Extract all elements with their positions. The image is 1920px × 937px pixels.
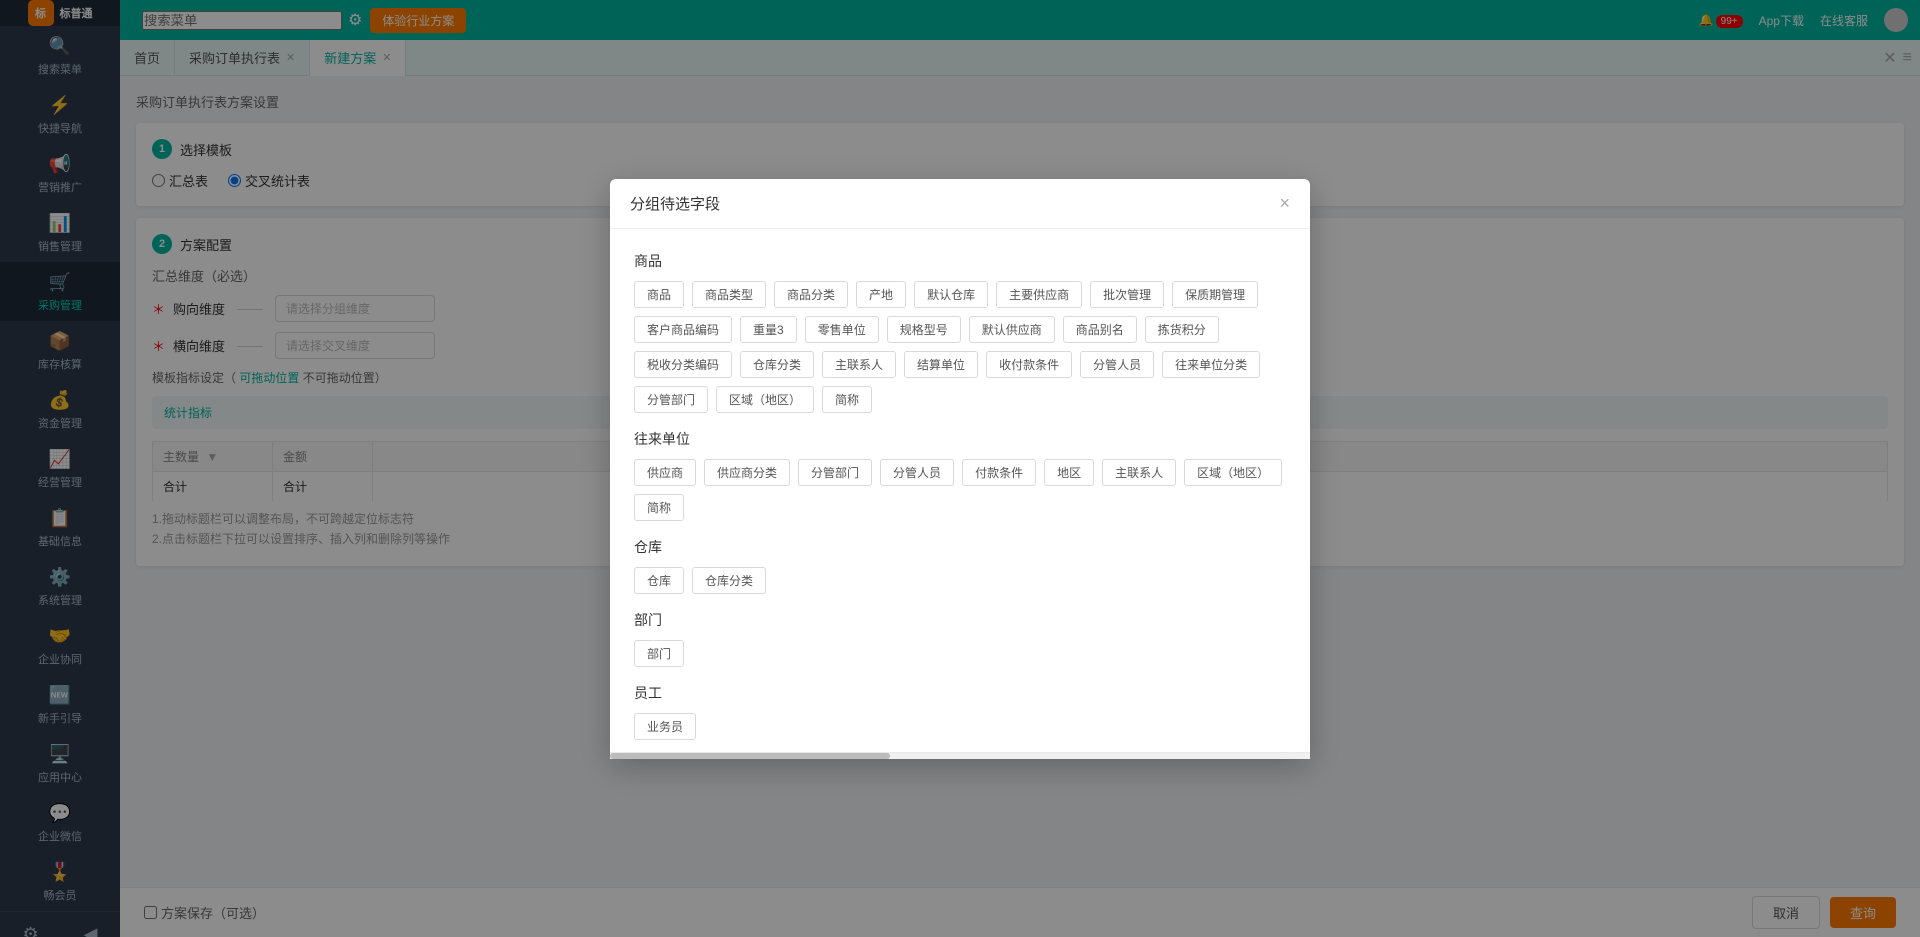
field-tag-0-21[interactable]: 往来单位分类 bbox=[1162, 351, 1260, 378]
modal-overlay[interactable]: 分组待选字段 × 商品商品商品类型商品分类产地默认仓库主要供应商批次管理保质期管… bbox=[0, 0, 1920, 937]
field-tag-0-23[interactable]: 区域（地区） bbox=[716, 386, 814, 413]
field-tag-0-17[interactable]: 主联系人 bbox=[822, 351, 896, 378]
modal-hscroll[interactable] bbox=[610, 752, 1310, 759]
field-tag-1-6[interactable]: 主联系人 bbox=[1102, 459, 1176, 486]
field-tags-group-1: 供应商供应商分类分管部门分管人员付款条件地区主联系人区域（地区） 简称 bbox=[634, 459, 1286, 521]
field-tag-1-7[interactable]: 区域（地区） bbox=[1184, 459, 1282, 486]
field-tag-1-0[interactable]: 供应商 bbox=[634, 459, 696, 486]
field-tags-group-2: 仓库仓库分类 bbox=[634, 567, 1286, 594]
field-tag-2-0[interactable]: 仓库 bbox=[634, 567, 684, 594]
field-tag-0-3[interactable]: 产地 bbox=[856, 281, 906, 308]
field-tags-group-3: 部门 bbox=[634, 640, 1286, 667]
field-tag-0-2[interactable]: 商品分类 bbox=[774, 281, 848, 308]
field-tag-2-1[interactable]: 仓库分类 bbox=[692, 567, 766, 594]
modal-close-button[interactable]: × bbox=[1279, 194, 1290, 212]
field-tags-group-0: 商品商品类型商品分类产地默认仓库主要供应商批次管理保质期管理客户商品编码重量3 零… bbox=[634, 281, 1286, 413]
field-tag-0-18[interactable]: 结算单位 bbox=[904, 351, 978, 378]
field-group-title-2: 仓库 bbox=[634, 537, 1286, 557]
field-group-title-4: 员工 bbox=[634, 683, 1286, 703]
field-tag-0-5[interactable]: 主要供应商 bbox=[996, 281, 1082, 308]
field-tag-4-0[interactable]: 业务员 bbox=[634, 713, 696, 740]
field-tag-0-11[interactable]: 规格型号 bbox=[887, 316, 961, 343]
field-tag-0-22[interactable]: 分管部门 bbox=[634, 386, 708, 413]
field-tag-1-8[interactable]: 简称 bbox=[634, 494, 684, 521]
field-group-title-1: 往来单位 bbox=[634, 429, 1286, 449]
field-tag-0-13[interactable]: 商品别名 bbox=[1063, 316, 1137, 343]
field-tag-1-4[interactable]: 付款条件 bbox=[962, 459, 1036, 486]
field-group-title-0: 商品 bbox=[634, 251, 1286, 271]
field-tag-0-9[interactable]: 重量3 bbox=[740, 316, 797, 343]
field-tag-1-1[interactable]: 供应商分类 bbox=[704, 459, 790, 486]
field-tag-0-20[interactable]: 分管人员 bbox=[1080, 351, 1154, 378]
field-tag-0-24[interactable]: 简称 bbox=[822, 386, 872, 413]
field-tag-0-19[interactable]: 收付款条件 bbox=[986, 351, 1072, 378]
field-tag-0-12[interactable]: 默认供应商 bbox=[969, 316, 1055, 343]
modal-title: 分组待选字段 bbox=[630, 193, 720, 214]
modal-header: 分组待选字段 × bbox=[610, 179, 1310, 229]
field-group-title-3: 部门 bbox=[634, 610, 1286, 630]
field-tag-0-14[interactable]: 拣货积分 bbox=[1145, 316, 1219, 343]
field-tag-0-6[interactable]: 批次管理 bbox=[1090, 281, 1164, 308]
field-tag-1-2[interactable]: 分管部门 bbox=[798, 459, 872, 486]
field-tag-0-8[interactable]: 客户商品编码 bbox=[634, 316, 732, 343]
field-tag-0-16[interactable]: 仓库分类 bbox=[740, 351, 814, 378]
field-tag-1-3[interactable]: 分管人员 bbox=[880, 459, 954, 486]
field-tag-0-10[interactable]: 零售单位 bbox=[805, 316, 879, 343]
field-tags-group-4: 业务员 bbox=[634, 713, 1286, 740]
field-tag-0-7[interactable]: 保质期管理 bbox=[1172, 281, 1258, 308]
field-tag-1-5[interactable]: 地区 bbox=[1044, 459, 1094, 486]
field-tag-3-0[interactable]: 部门 bbox=[634, 640, 684, 667]
modal-body[interactable]: 商品商品商品类型商品分类产地默认仓库主要供应商批次管理保质期管理客户商品编码重量… bbox=[610, 229, 1310, 752]
field-tag-0-0[interactable]: 商品 bbox=[634, 281, 684, 308]
field-select-modal: 分组待选字段 × 商品商品商品类型商品分类产地默认仓库主要供应商批次管理保质期管… bbox=[610, 179, 1310, 759]
field-tag-0-1[interactable]: 商品类型 bbox=[692, 281, 766, 308]
field-tag-0-4[interactable]: 默认仓库 bbox=[914, 281, 988, 308]
field-tag-0-15[interactable]: 税收分类编码 bbox=[634, 351, 732, 378]
